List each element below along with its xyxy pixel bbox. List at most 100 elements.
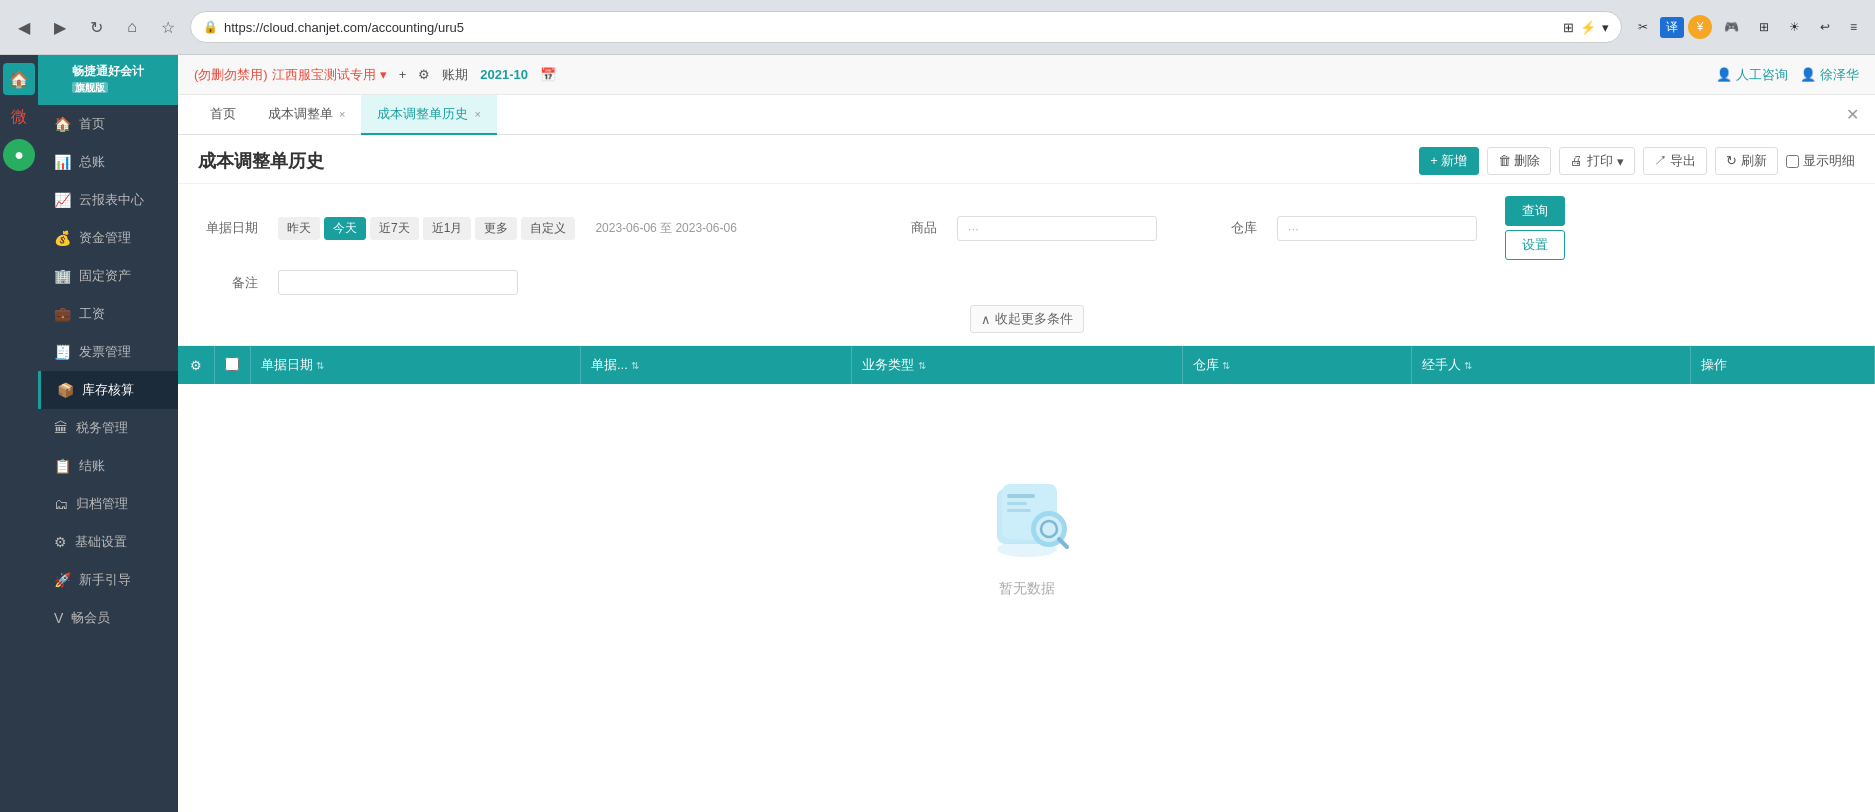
tool-translate[interactable]: 译 xyxy=(1660,17,1684,38)
tab-home[interactable]: 首页 xyxy=(194,95,252,135)
sidebar-item-closing[interactable]: 📋 结账 xyxy=(38,447,178,485)
th-handler[interactable]: 经手人 ⇅ xyxy=(1411,346,1691,384)
vip-icon: V xyxy=(54,610,63,626)
nav-back-btn[interactable]: ◀ xyxy=(10,13,38,41)
show-cols-checkbox[interactable] xyxy=(1786,155,1799,168)
th-ops: 操作 xyxy=(1691,346,1875,384)
settings-icon: ⚙ xyxy=(54,534,67,550)
th-biz-type[interactable]: 业务类型 ⇅ xyxy=(852,346,1182,384)
date-btn-yesterday[interactable]: 昨天 xyxy=(278,217,320,240)
th-warehouse[interactable]: 仓库 ⇅ xyxy=(1182,346,1411,384)
th-checkbox[interactable] xyxy=(214,346,250,384)
address-url: https://cloud.chanjet.com/accounting/uru… xyxy=(224,20,464,35)
sidebar-item-settings[interactable]: ⚙ 基础设置 xyxy=(38,523,178,561)
calendar-icon[interactable]: 📅 xyxy=(540,67,556,82)
sidebar-item-tax[interactable]: 🏛 税务管理 xyxy=(38,409,178,447)
select-all-checkbox[interactable] xyxy=(225,357,239,371)
header-actions: + 新增 🗑 删除 🖨 打印 ▾ ↗ 导出 ↻ 刷新 显示明细 xyxy=(1419,147,1855,175)
data-table: ⚙ 单据日期 ⇅ 单据... ⇅ 业务类型 xyxy=(178,346,1875,384)
sidebar-item-guide[interactable]: 🚀 新手引导 xyxy=(38,561,178,599)
query-btn[interactable]: 查询 xyxy=(1505,196,1565,226)
sidebar-item-archive[interactable]: 🗂 归档管理 xyxy=(38,485,178,523)
sort-warehouse-icon: ⇅ xyxy=(1222,360,1230,371)
sidebar: 畅捷通好会计 旗舰版 🏠 首页 📊 总账 📈 云报表中心 💰 资金管理 xyxy=(38,55,178,812)
tab-cost-adjust-close[interactable]: × xyxy=(339,108,345,120)
refresh-btn[interactable]: ↻ 刷新 xyxy=(1715,147,1778,175)
address-bar[interactable]: 🔒 https://cloud.chanjet.com/accounting/u… xyxy=(190,11,1622,43)
user-icon: 👤 xyxy=(1800,67,1816,82)
page-title: 成本调整单历史 xyxy=(198,149,1419,173)
warehouse-selector[interactable]: ··· xyxy=(1277,216,1477,241)
refresh-btn[interactable]: ↻ xyxy=(82,13,110,41)
company-settings-icon[interactable]: ⚙ xyxy=(418,67,430,82)
address-lightning[interactable]: ⚡ xyxy=(1580,20,1596,35)
page-header: 成本调整单历史 + 新增 🗑 删除 🖨 打印 ▾ ↗ 导出 ↻ 刷新 显示明细 xyxy=(178,135,1875,184)
filter-area: 单据日期 昨天 今天 近7天 近1月 更多 自定义 2023-06-06 至 2… xyxy=(178,184,1875,346)
date-btn-7days[interactable]: 近7天 xyxy=(370,217,419,240)
sidebar-item-assets[interactable]: 🏢 固定资产 xyxy=(38,257,178,295)
user-avatar[interactable]: 👤 徐泽华 xyxy=(1800,66,1859,84)
sidebar-item-vip[interactable]: V 畅会员 xyxy=(38,599,178,637)
filter-row-remark: 备注 xyxy=(198,270,1855,295)
tool-grid[interactable]: ⊞ xyxy=(1751,16,1777,38)
tool-cut[interactable]: ✂ xyxy=(1630,16,1656,38)
archive-icon: 🗂 xyxy=(54,496,68,512)
tool-brightness[interactable]: ☀ xyxy=(1781,16,1808,38)
show-cols-toggle[interactable]: 显示明细 xyxy=(1786,152,1855,170)
empty-text: 暂无数据 xyxy=(999,580,1055,598)
date-btn-1month[interactable]: 近1月 xyxy=(423,217,472,240)
sidebar-item-payroll[interactable]: 💼 工资 xyxy=(38,295,178,333)
tool-game[interactable]: 🎮 xyxy=(1716,16,1747,38)
filter-settings-btn[interactable]: 设置 xyxy=(1505,230,1565,260)
date-btn-custom[interactable]: 自定义 xyxy=(521,217,575,240)
date-btn-today[interactable]: 今天 xyxy=(324,217,366,240)
funds-icon: 💰 xyxy=(54,230,71,246)
th-date[interactable]: 单据日期 ⇅ xyxy=(250,346,580,384)
sidebar-item-funds[interactable]: 💰 资金管理 xyxy=(38,219,178,257)
address-dropdown[interactable]: ⊞ xyxy=(1563,20,1574,35)
date-filter-label: 单据日期 xyxy=(198,219,258,237)
date-btn-more[interactable]: 更多 xyxy=(475,217,517,240)
tab-cost-adjust[interactable]: 成本调整单 × xyxy=(252,95,361,135)
tool-money[interactable]: ¥ xyxy=(1688,15,1712,39)
home-btn[interactable]: ⌂ xyxy=(118,13,146,41)
company-selector[interactable]: (勿删勿禁用) 江西服宝测试专用 ▾ xyxy=(194,66,387,84)
delete-btn[interactable]: 🗑 删除 xyxy=(1487,147,1552,175)
icon-bar-home[interactable]: 🏠 xyxy=(3,63,35,95)
invoice-icon: 🧾 xyxy=(54,344,71,360)
period-bar: (勿删勿禁用) 江西服宝测试专用 ▾ + ⚙ 账期 2021-10 📅 👤 人工… xyxy=(178,55,1875,95)
print-btn[interactable]: 🖨 打印 ▾ xyxy=(1559,147,1635,175)
top-user-area: 👤 人工咨询 👤 徐泽华 xyxy=(1716,66,1859,84)
goods-selector[interactable]: ··· xyxy=(957,216,1157,241)
tool-undo[interactable]: ↩ xyxy=(1812,16,1838,38)
collapse-btn[interactable]: ∧ 收起更多条件 xyxy=(970,305,1084,333)
icon-bar-green[interactable]: ● xyxy=(3,139,35,171)
star-btn[interactable]: ☆ xyxy=(154,13,182,41)
sidebar-item-invoice[interactable]: 🧾 发票管理 xyxy=(38,333,178,371)
sidebar-item-reports[interactable]: 📈 云报表中心 xyxy=(38,181,178,219)
service-btn[interactable]: 👤 人工咨询 xyxy=(1716,66,1788,84)
th-gear[interactable]: ⚙ xyxy=(178,346,214,384)
remark-input[interactable] xyxy=(278,270,518,295)
tool-menu[interactable]: ≡ xyxy=(1842,16,1865,38)
assets-icon: 🏢 xyxy=(54,268,71,284)
add-btn[interactable]: + 新增 xyxy=(1419,147,1478,175)
tab-cost-adjust-history[interactable]: 成本调整单历史 × xyxy=(361,95,496,135)
sort-number-icon: ⇅ xyxy=(631,360,639,371)
tab-close-all[interactable]: ✕ xyxy=(1846,105,1859,124)
export-btn[interactable]: ↗ 导出 xyxy=(1643,147,1708,175)
nav-fwd-btn[interactable]: ▶ xyxy=(46,13,74,41)
sidebar-item-ledger[interactable]: 📊 总账 xyxy=(38,143,178,181)
icon-bar-weibo[interactable]: 微 xyxy=(3,101,35,133)
browser-right-tools: ✂ 译 ¥ 🎮 ⊞ ☀ ↩ ≡ xyxy=(1630,15,1865,39)
sidebar-item-home[interactable]: 🏠 首页 xyxy=(38,105,178,143)
svg-line-5 xyxy=(1059,539,1067,547)
th-number[interactable]: 单据... ⇅ xyxy=(580,346,851,384)
add-company-btn[interactable]: + xyxy=(399,67,407,82)
table-header-row: ⚙ 单据日期 ⇅ 单据... ⇅ 业务类型 xyxy=(178,346,1875,384)
inventory-icon: 📦 xyxy=(57,382,74,398)
address-chevron[interactable]: ▾ xyxy=(1602,20,1609,35)
tab-cost-adjust-history-close[interactable]: × xyxy=(474,108,480,120)
sidebar-item-inventory[interactable]: 📦 库存核算 xyxy=(38,371,178,409)
svg-rect-9 xyxy=(1007,509,1031,512)
